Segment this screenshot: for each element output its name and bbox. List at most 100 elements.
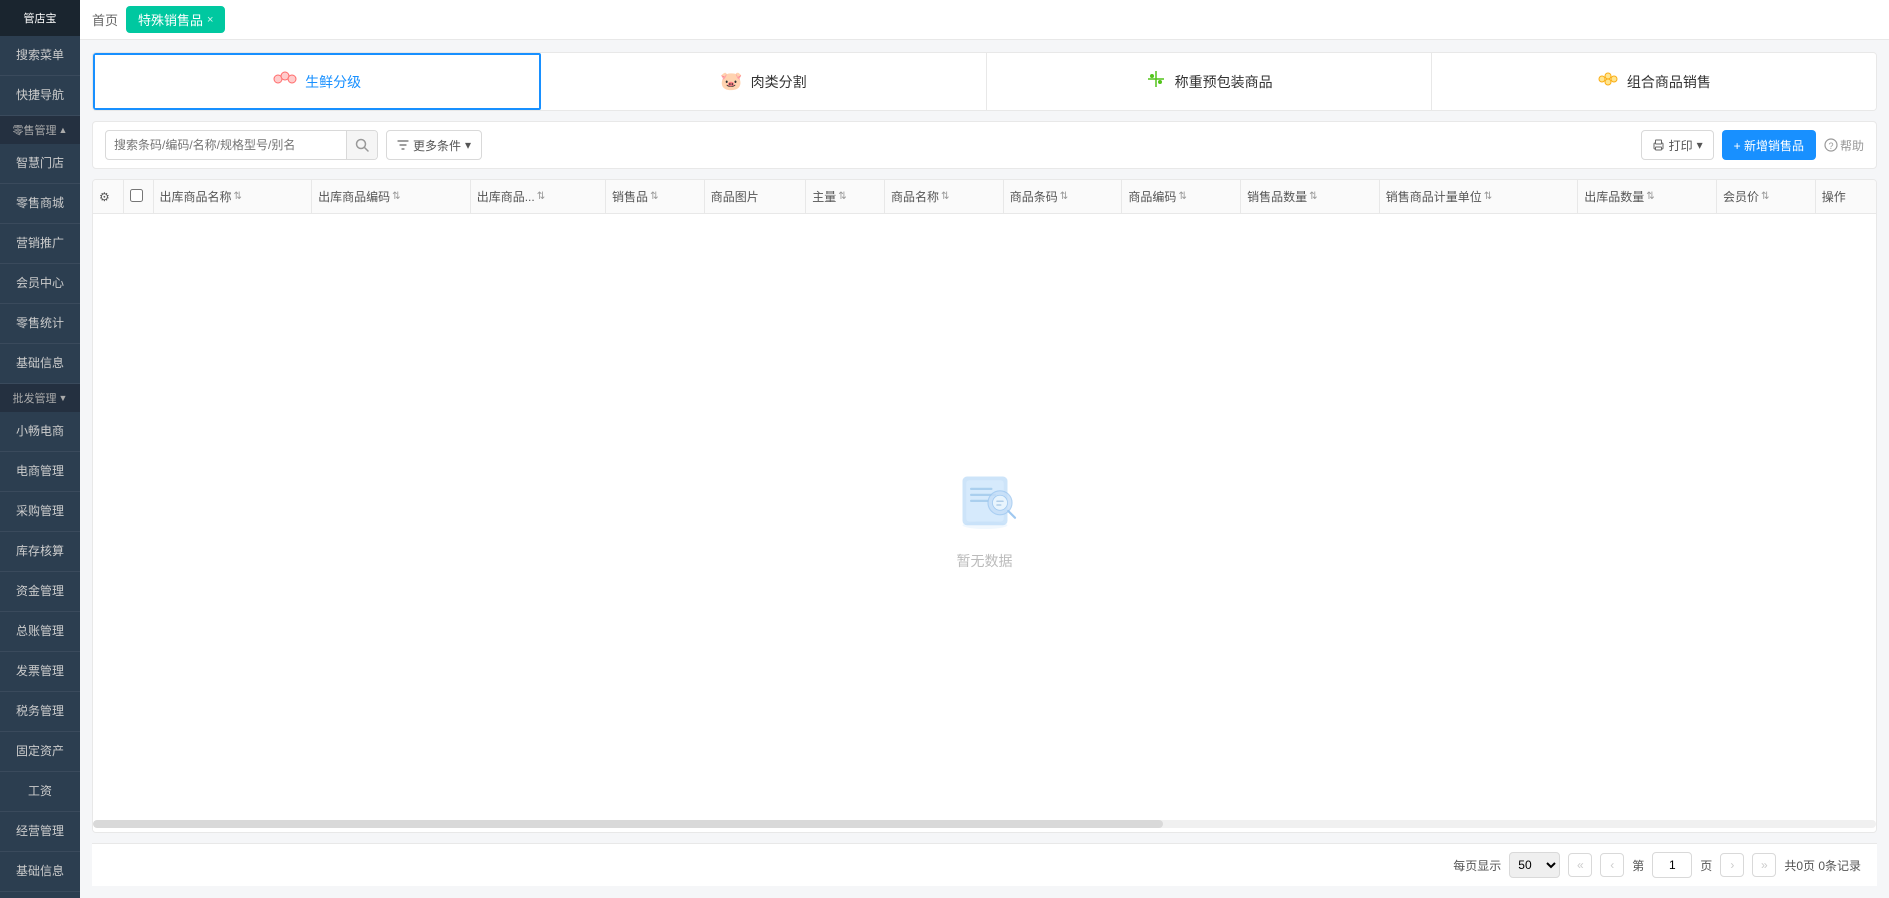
th-sale-qty[interactable]: 销售品数量 ⇅ (1241, 180, 1380, 214)
add-button[interactable]: + 新增销售品 (1722, 130, 1816, 160)
table-header-row: ⚙ 出库商品名称 ⇅ 出库商 (93, 180, 1876, 214)
active-tab[interactable]: 特殊销售品 × (126, 6, 225, 33)
toolbar: 更多条件 ▾ 打印 ▾ + 新增销售品 ? 帮助 (92, 121, 1877, 169)
filter-label: 更多条件 (413, 137, 461, 154)
th-member-price[interactable]: 会员价 ⇅ (1716, 180, 1815, 214)
sidebar-item-general-ledger[interactable]: 总账管理 (0, 612, 80, 652)
th-checkbox[interactable] (123, 180, 153, 214)
tab-fresh[interactable]: 生鲜分级 (93, 53, 541, 110)
active-tab-label: 特殊销售品 (138, 10, 203, 29)
pagination-bar: 每页显示 50 10 20 100 « ‹ 第 页 › » 共0页 0条记录 (92, 843, 1877, 886)
th-settings[interactable]: ⚙ (93, 180, 123, 214)
sidebar-item-tax[interactable]: 税务管理 (0, 692, 80, 732)
sidebar-item-fixed-assets[interactable]: 固定资产 (0, 732, 80, 772)
tab-combo[interactable]: 组合商品销售 (1432, 53, 1876, 110)
th-sale-item-label: 销售品 (612, 188, 648, 205)
sort-icon-member-price: ⇅ (1761, 191, 1769, 202)
sidebar-item-sys-manage[interactable]: 系统管理 (0, 892, 80, 898)
sidebar-item-member[interactable]: 会员中心 (0, 264, 80, 304)
sort-icon-out-name: ⇅ (234, 191, 242, 202)
search-button[interactable] (346, 130, 377, 160)
page-size-select[interactable]: 50 10 20 100 (1509, 852, 1560, 878)
wholesale-label: 批发管理 (13, 390, 57, 406)
sidebar-section-retail[interactable]: 零售管理 ▲ (0, 116, 80, 144)
sidebar-item-inventory[interactable]: 库存核算 (0, 532, 80, 572)
th-action: 操作 (1815, 180, 1876, 214)
th-goods-name[interactable]: 商品名称 ⇅ (885, 180, 1004, 214)
sidebar-item-retail-stat[interactable]: 零售统计 (0, 304, 80, 344)
search-menu-label: 搜索菜单 (16, 47, 64, 64)
th-out-spec[interactable]: 出库商品... ⇅ (470, 180, 605, 214)
total-text: 共0页 0条记录 (1784, 857, 1861, 874)
sort-icon-goods-name: ⇅ (941, 191, 949, 202)
sidebar-item-finance[interactable]: 资金管理 (0, 572, 80, 612)
th-out-name-label: 出库商品名称 (160, 188, 232, 205)
empty-text: 暂无数据 (957, 551, 1013, 571)
next-page-button[interactable]: › (1720, 853, 1744, 877)
tab-weight[interactable]: 称重预包装商品 (987, 53, 1432, 110)
scrollbar-thumb[interactable] (93, 820, 1163, 828)
sidebar-item-purchase[interactable]: 采购管理 (0, 492, 80, 532)
filter-button[interactable]: 更多条件 ▾ (386, 130, 482, 160)
th-out-code[interactable]: 出库商品编码 ⇅ (312, 180, 471, 214)
sidebar-item-invoice[interactable]: 发票管理 (0, 652, 80, 692)
sidebar-item-mini-shop[interactable]: 小畅电商 (0, 412, 80, 452)
sidebar-item-retail-mall[interactable]: 零售商城 (0, 184, 80, 224)
th-weight[interactable]: 主量 ⇅ (806, 180, 885, 214)
th-sale-item[interactable]: 销售品 ⇅ (606, 180, 705, 214)
sidebar-item-ecommerce[interactable]: 电商管理 (0, 452, 80, 492)
sort-icon-sale-item: ⇅ (650, 191, 658, 202)
tab-meat[interactable]: 🐷 肉类分割 (541, 53, 986, 110)
last-page-button[interactable]: » (1752, 853, 1776, 877)
sidebar-item-base-info2[interactable]: 基础信息 (0, 852, 80, 892)
sidebar-section-wholesale[interactable]: 批发管理 ▼ (0, 384, 80, 412)
select-all-checkbox[interactable] (130, 189, 143, 202)
sidebar-item-smart-store[interactable]: 智慧门店 (0, 144, 80, 184)
sidebar: 管店宝 搜索菜单 快捷导航 零售管理 ▲ 智慧门店 零售商城 营销推广 会员中心… (0, 0, 80, 898)
print-label: 打印 (1669, 137, 1693, 154)
sidebar-item-operation[interactable]: 经营管理 (0, 812, 80, 852)
sort-icon-goods-code: ⇅ (1178, 191, 1186, 202)
first-page-button[interactable]: « (1568, 853, 1592, 877)
th-weight-label: 主量 (812, 188, 836, 205)
search-input[interactable] (106, 138, 346, 152)
help-button[interactable]: ? 帮助 (1824, 130, 1864, 160)
th-sale-unit[interactable]: 销售商品计量单位 ⇅ (1379, 180, 1578, 214)
category-tabs: 生鲜分级 🐷 肉类分割 称重预包装商品 (92, 52, 1877, 111)
print-button[interactable]: 打印 ▾ (1641, 130, 1714, 160)
sort-icon-sale-qty: ⇅ (1309, 191, 1317, 202)
page-unit: 页 (1700, 857, 1712, 874)
sidebar-item-search[interactable]: 搜索菜单 (0, 36, 80, 76)
sidebar-item-quick-nav[interactable]: 快捷导航 (0, 76, 80, 116)
sidebar-item-base-info[interactable]: 基础信息 (0, 344, 80, 384)
wholesale-arrow-icon: ▼ (59, 393, 68, 403)
tab-weight-label: 称重预包装商品 (1175, 72, 1273, 92)
th-out-name[interactable]: 出库商品名称 ⇅ (153, 180, 312, 214)
empty-illustration (940, 459, 1030, 539)
tab-combo-label: 组合商品销售 (1627, 72, 1711, 92)
th-out-qty-label: 出库品数量 (1584, 188, 1644, 205)
th-image: 商品图片 (704, 180, 805, 214)
toolbar-left: 更多条件 ▾ (105, 130, 482, 160)
th-out-qty[interactable]: 出库品数量 ⇅ (1578, 180, 1717, 214)
breadcrumb-home[interactable]: 首页 (92, 10, 118, 29)
page-input[interactable] (1652, 852, 1692, 878)
scrollbar-area[interactable] (93, 820, 1876, 828)
sidebar-logo: 管店宝 (0, 0, 80, 36)
sidebar-item-promotion[interactable]: 营销推广 (0, 224, 80, 264)
quick-nav-label: 快捷导航 (16, 87, 64, 104)
page-size-label: 每页显示 (1453, 857, 1501, 874)
sidebar-item-salary[interactable]: 工资 (0, 772, 80, 812)
tab-close-icon[interactable]: × (207, 14, 213, 26)
sort-icon-out-code: ⇅ (392, 191, 400, 202)
prev-page-button[interactable]: ‹ (1600, 853, 1624, 877)
th-image-label: 商品图片 (711, 190, 759, 204)
topbar: 首页 特殊销售品 × (80, 0, 1889, 40)
th-barcode[interactable]: 商品条码 ⇅ (1003, 180, 1122, 214)
th-goods-code-label: 商品编码 (1128, 188, 1176, 205)
empty-state: 暂无数据 (93, 214, 1876, 816)
main-area: 首页 特殊销售品 × 生鲜分级 🐷 肉类分割 (80, 0, 1889, 898)
retail-arrow-icon: ▲ (59, 125, 68, 135)
th-goods-code[interactable]: 商品编码 ⇅ (1122, 180, 1241, 214)
bottom-scroll (93, 816, 1876, 832)
